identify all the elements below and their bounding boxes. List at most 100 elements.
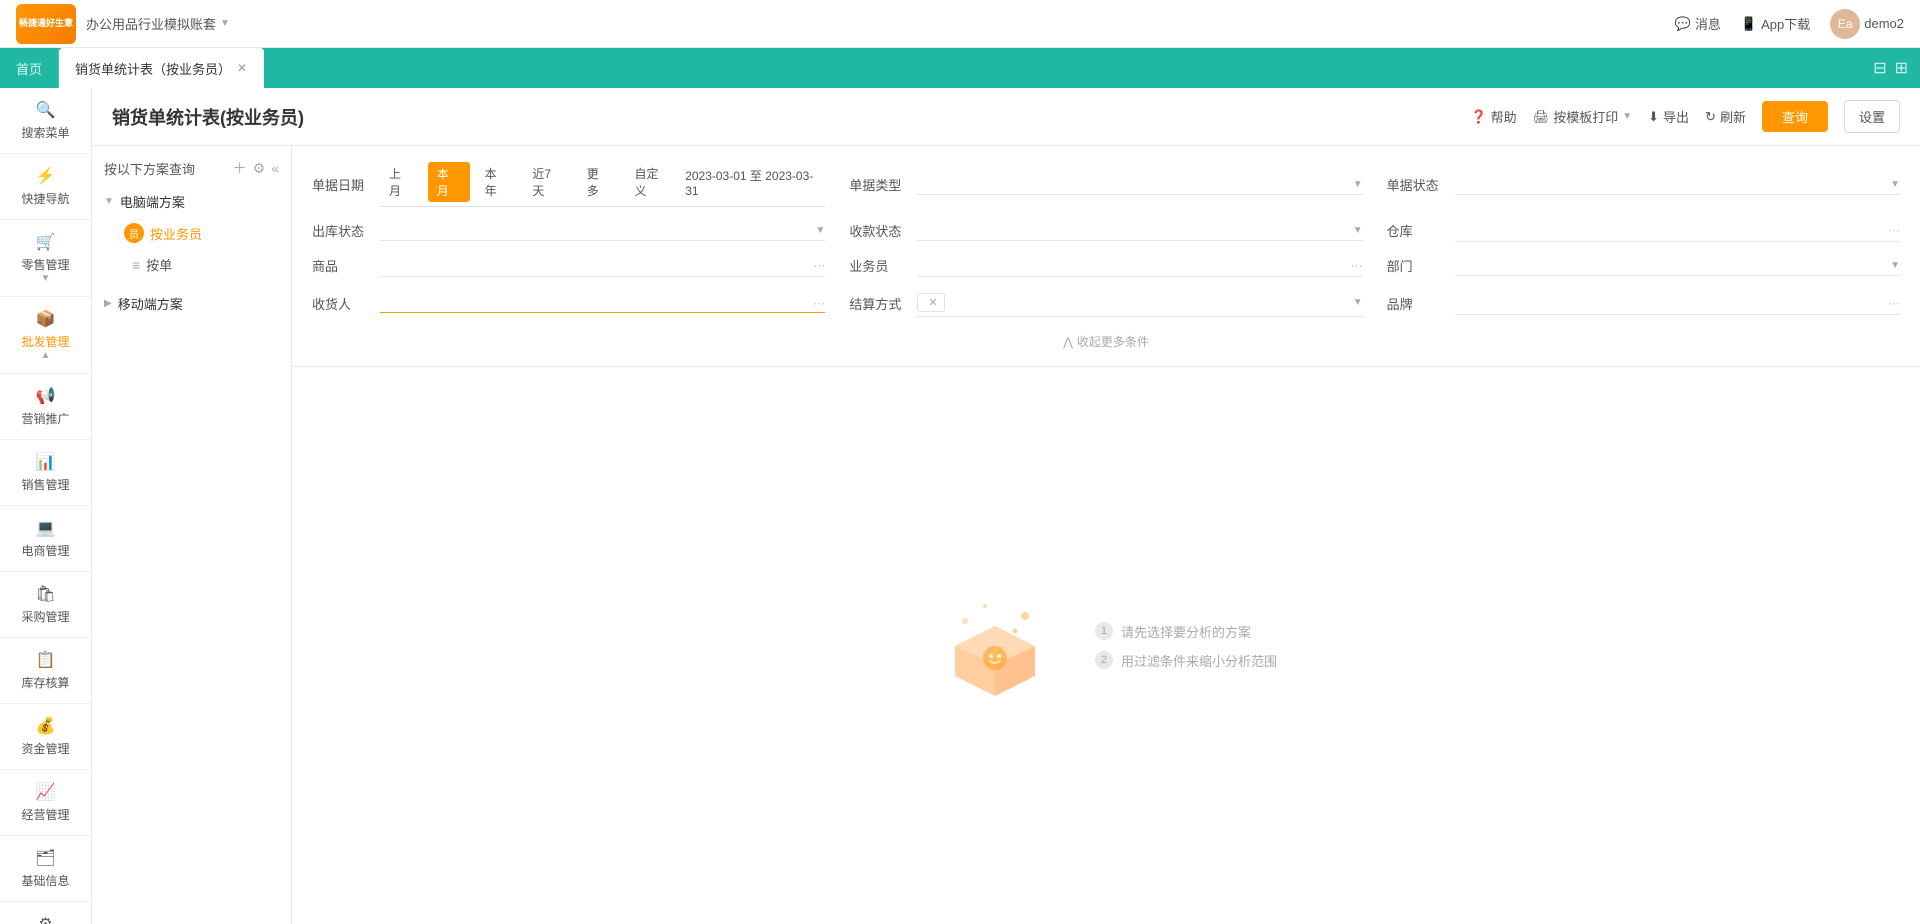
recv-status-select[interactable]: ▼	[917, 221, 1362, 241]
salesperson-label: 业务员	[849, 256, 909, 275]
empty-tip-1: 1 请先选择要分析的方案	[1095, 622, 1277, 641]
add-scheme-icon[interactable]: ＋	[233, 158, 247, 178]
message-btn[interactable]: 💬 消息	[1675, 14, 1721, 33]
date-range-text: 2023-03-01 至 2023-03-31	[685, 167, 825, 198]
payment-chevron-icon: ▼	[1353, 297, 1363, 308]
sidebar-item-inventory[interactable]: 📋 库存核算	[0, 638, 91, 704]
topbar-right: 💬 消息 📱 App下载 Ea demo2	[1675, 9, 1904, 39]
dropdown-chevron-icon: ▼	[220, 18, 230, 29]
warehouse-label: 仓库	[1387, 221, 1447, 240]
warehouse-select[interactable]: ···	[1455, 219, 1900, 242]
dept-select[interactable]: ▼	[1455, 256, 1900, 276]
account-dropdown[interactable]: 办公用品行业模拟账套 ▼	[86, 14, 230, 33]
export-icon: ⬇	[1648, 109, 1659, 125]
collapse-icon: ⋀	[1063, 335, 1073, 349]
scheme-group-mobile-header[interactable]: ▶ 移动端方案	[100, 288, 283, 319]
brand-select[interactable]: ···	[1455, 292, 1900, 315]
date-btn-this-year[interactable]: 本年	[476, 162, 518, 202]
sidebar-item-shortcut[interactable]: ⚡ 快捷导航	[0, 154, 91, 220]
sidebar-item-ecommerce[interactable]: 💻 电商管理	[0, 506, 91, 572]
goods-select[interactable]: ···	[380, 254, 825, 277]
empty-tips: 1 请先选择要分析的方案 2 用过滤条件来缩小分析范围	[1095, 622, 1277, 670]
goods-dots-icon: ···	[813, 258, 825, 272]
empty-state-icon	[935, 586, 1055, 706]
query-button[interactable]: 查询	[1762, 101, 1828, 132]
goods-label: 商品	[312, 256, 372, 275]
edit-scheme-icon[interactable]: ⚙	[253, 160, 266, 177]
print-btn[interactable]: 🖨 按模板打印 ▼	[1533, 107, 1632, 126]
print-icon: 🖨	[1533, 109, 1550, 125]
sidebar-item-system[interactable]: ⚙ 系统管理	[0, 902, 91, 924]
date-btn-7days[interactable]: 近7天	[523, 162, 571, 202]
help-btn[interactable]: ❓ 帮助	[1470, 107, 1516, 126]
scheme-item-salesperson[interactable]: 员 按业务员	[100, 217, 283, 249]
date-btn-last-month[interactable]: 上月	[380, 162, 422, 202]
out-status-label: 出库状态	[312, 221, 372, 240]
doc-type-select[interactable]: ▼	[917, 175, 1362, 195]
recv-status-chevron-icon: ▼	[1353, 225, 1363, 236]
group-expand-icon: ▼	[104, 196, 114, 207]
doc-type-label: 单据类型	[849, 175, 909, 194]
app-download-btn[interactable]: 📱 App下载	[1741, 14, 1810, 33]
scheme-group-mobile: ▶ 移动端方案	[92, 288, 291, 319]
sidebar-item-base[interactable]: 🗂 基础信息	[0, 836, 91, 902]
collapse-conditions-btn[interactable]: ⋀ 收起更多条件	[312, 325, 1900, 350]
payment-select[interactable]: ✕ ▼	[917, 289, 1362, 317]
settings-button[interactable]: 设置	[1844, 100, 1900, 133]
sidebar-item-retail[interactable]: 🛒 零售管理 ▼	[0, 220, 91, 297]
topbar-left: 畅捷通好生意 办公用品行业模拟账套 ▼	[16, 4, 230, 44]
logo: 畅捷通好生意	[16, 4, 76, 44]
base-icon: 🗂	[35, 848, 55, 868]
sales-icon: 📊	[36, 452, 56, 472]
marketing-icon: 📢	[36, 386, 56, 406]
recv-status-label: 收款状态	[849, 221, 909, 240]
doc-status-select[interactable]: ▼	[1455, 175, 1900, 195]
date-btn-this-month[interactable]: 本月	[428, 162, 470, 202]
refresh-icon: ↻	[1705, 109, 1716, 125]
sidebar-item-sales[interactable]: 📊 销售管理	[0, 440, 91, 506]
order-icon: ≡	[132, 257, 140, 273]
scheme-item-order[interactable]: ≡ 按单	[100, 249, 283, 280]
sidebar-item-wholesale[interactable]: 📦 批发管理 ▲	[0, 297, 91, 374]
date-btn-more[interactable]: 更多	[578, 162, 620, 202]
salesperson-select[interactable]: ···	[917, 254, 1362, 277]
system-icon: ⚙	[38, 914, 52, 924]
doc-status-chevron-icon: ▼	[1890, 179, 1900, 190]
group-mobile-expand-icon: ▶	[104, 298, 112, 309]
sidebar-item-operation[interactable]: 📈 经营管理	[0, 770, 91, 836]
wholesale-icon: 📦	[36, 309, 56, 329]
tabbar: 首页 销货单统计表（按业务员） ✕ ⊟ ⊞	[0, 48, 1920, 88]
tab-sales-stat[interactable]: 销货单统计表（按业务员） ✕	[59, 48, 264, 88]
page-header: 销货单统计表(按业务员) ❓ 帮助 🖨 按模板打印 ▼ ⬇ 导出 ↻ 刷新	[92, 88, 1920, 146]
sidebar-item-search[interactable]: 🔍 搜索菜单	[0, 88, 91, 154]
filter-area: 单据日期 上月 本月 本年 近7天 更多 自定义 2023-03-01 至 20…	[292, 146, 1920, 367]
sidebar-item-finance[interactable]: 💰 资金管理	[0, 704, 91, 770]
window-maximize-icon[interactable]: ⊞	[1895, 58, 1908, 78]
consignee-input-wrap: ···	[380, 293, 825, 313]
tab-home[interactable]: 首页	[0, 48, 59, 88]
sidebar-item-marketing[interactable]: 📢 营销推广	[0, 374, 91, 440]
consignee-input[interactable]	[380, 295, 809, 310]
date-btn-custom[interactable]: 自定义	[626, 162, 680, 202]
salesperson-scheme-icon: 员	[124, 223, 144, 243]
dept-chevron-icon: ▼	[1890, 260, 1900, 271]
out-status-select[interactable]: ▼	[380, 221, 825, 241]
refresh-btn[interactable]: ↻ 刷新	[1705, 107, 1746, 126]
scheme-panel-actions: ＋ ⚙ «	[233, 158, 279, 178]
shortcut-icon: ⚡	[36, 166, 56, 186]
payment-chip-close-icon[interactable]: ✕	[928, 296, 937, 309]
export-btn[interactable]: ⬇ 导出	[1648, 107, 1689, 126]
tab-close-icon[interactable]: ✕	[237, 61, 247, 75]
sidebar-item-purchase[interactable]: 🛍 采购管理	[0, 572, 91, 638]
search-icon: 🔍	[36, 100, 56, 120]
collapse-scheme-icon[interactable]: «	[271, 160, 279, 176]
scheme-panel: 按以下方案查询 ＋ ⚙ « ▼ 电脑端方案 员 按业务员	[92, 146, 292, 924]
brand-label: 品牌	[1387, 294, 1447, 313]
scheme-group-desktop-header[interactable]: ▼ 电脑端方案	[100, 186, 283, 217]
window-minimize-icon[interactable]: ⊟	[1873, 58, 1886, 78]
topbar: 畅捷通好生意 办公用品行业模拟账套 ▼ 💬 消息 📱 App下载 Ea demo…	[0, 0, 1920, 48]
inner-layout: 按以下方案查询 ＋ ⚙ « ▼ 电脑端方案 员 按业务员	[92, 146, 1920, 924]
user-menu[interactable]: Ea demo2	[1830, 9, 1904, 39]
inventory-icon: 📋	[36, 650, 56, 670]
brand-dots-icon: ···	[1888, 296, 1900, 310]
